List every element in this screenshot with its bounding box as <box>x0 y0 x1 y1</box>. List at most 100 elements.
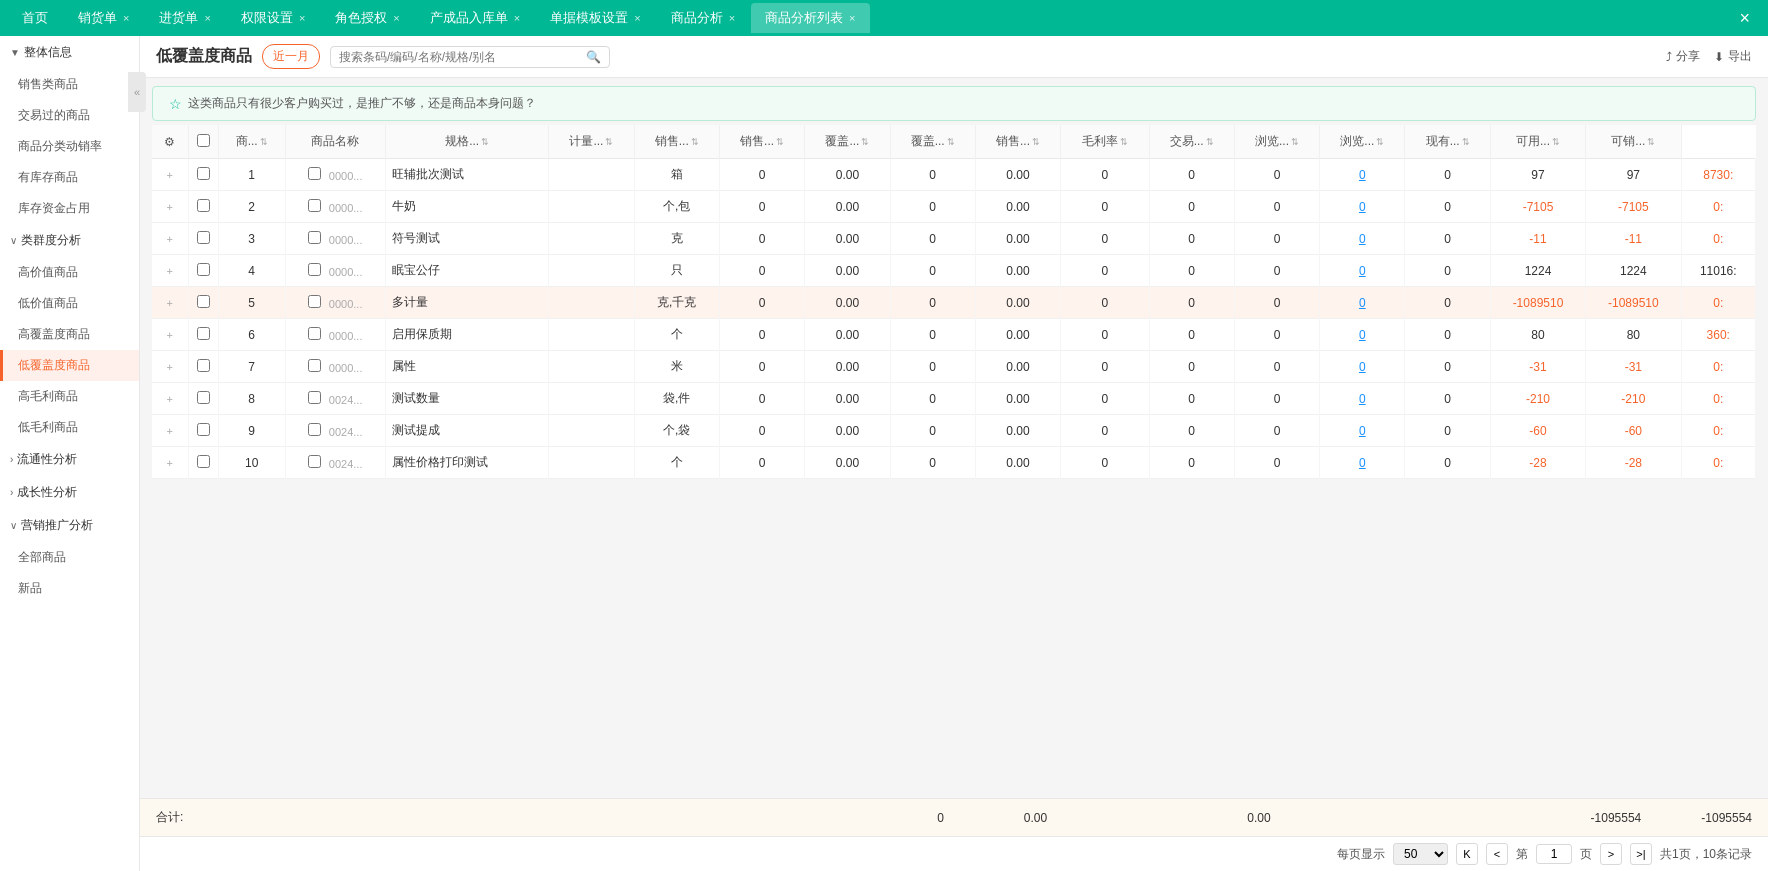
row-browse1[interactable]: 0 <box>1320 287 1405 319</box>
close-tab-product-entry[interactable]: × <box>514 12 520 24</box>
sidebar-group-cluster[interactable]: ∨ 类群度分析 <box>0 224 139 257</box>
th-checkbox[interactable] <box>188 125 218 159</box>
last-page-button[interactable]: >| <box>1630 843 1652 865</box>
row-expand[interactable]: + <box>152 351 188 383</box>
row-checkbox[interactable] <box>188 319 218 351</box>
th-name[interactable]: 商品名称 <box>285 125 385 159</box>
page-number-input[interactable] <box>1536 844 1572 864</box>
th-browse2[interactable]: 浏览...⇅ <box>1320 125 1405 159</box>
close-tab-role-auth[interactable]: × <box>393 12 399 24</box>
share-button[interactable]: ⤴ 分享 <box>1666 48 1700 65</box>
per-page-select[interactable]: 50 100 200 <box>1393 843 1448 865</box>
close-tab-template-settings[interactable]: × <box>634 12 640 24</box>
row-expand[interactable]: + <box>152 415 188 447</box>
row-expand[interactable]: + <box>152 383 188 415</box>
th-current-stock[interactable]: 现有...⇅ <box>1405 125 1490 159</box>
prev-page-button[interactable]: < <box>1486 843 1508 865</box>
row-checkbox[interactable] <box>188 447 218 479</box>
row-expand[interactable]: + <box>152 191 188 223</box>
tab-role-auth[interactable]: 角色授权 × <box>321 3 413 33</box>
th-coverage1[interactable]: 覆盖...⇅ <box>805 125 890 159</box>
tab-product-analysis-list[interactable]: 商品分析列表 × <box>751 3 869 33</box>
th-coverage2[interactable]: 覆盖...⇅ <box>890 125 975 159</box>
th-available[interactable]: 可用...⇅ <box>1490 125 1585 159</box>
sidebar-group-overall[interactable]: ▼ 整体信息 <box>0 36 139 69</box>
sidebar-item-low-margin[interactable]: 低毛利商品 <box>0 412 139 443</box>
table-wrapper[interactable]: ⚙ 商...⇅ 商品名称 规格...⇅ 计量...⇅ 销售...⇅ 销售...⇅… <box>152 125 1756 798</box>
row-checkbox[interactable] <box>188 415 218 447</box>
th-gross-margin[interactable]: 毛利率⇅ <box>1061 125 1149 159</box>
sidebar-item-high-coverage[interactable]: 高覆盖度商品 <box>0 319 139 350</box>
th-sales-qty[interactable]: 销售...⇅ <box>634 125 719 159</box>
th-unit[interactable]: 计量...⇅ <box>549 125 634 159</box>
export-button[interactable]: ⬇ 导出 <box>1714 48 1752 65</box>
row-browse1[interactable]: 0 <box>1320 159 1405 191</box>
sidebar-item-new-products[interactable]: 新品 <box>0 573 139 604</box>
sidebar-item-low-value[interactable]: 低价值商品 <box>0 288 139 319</box>
th-code[interactable]: 商...⇅ <box>218 125 285 159</box>
th-saleable[interactable]: 可销...⇅ <box>1586 125 1681 159</box>
search-icon[interactable]: 🔍 <box>586 50 601 64</box>
th-spec[interactable]: 规格...⇅ <box>386 125 549 159</box>
close-tab-sales[interactable]: × <box>123 12 129 24</box>
close-tab-permissions[interactable]: × <box>299 12 305 24</box>
select-all-checkbox[interactable] <box>197 134 210 147</box>
sidebar-item-all-products[interactable]: 全部商品 <box>0 542 139 573</box>
sidebar-item-traded-products[interactable]: 交易过的商品 <box>0 100 139 131</box>
row-browse1[interactable]: 0 <box>1320 223 1405 255</box>
search-input[interactable] <box>339 50 582 64</box>
sidebar-item-sales-products[interactable]: 销售类商品 <box>0 69 139 100</box>
row-checkbox[interactable] <box>188 255 218 287</box>
tab-product-analysis[interactable]: 商品分析 × <box>657 3 749 33</box>
next-page-button[interactable]: > <box>1600 843 1622 865</box>
row-checkbox[interactable] <box>188 383 218 415</box>
close-tab-product-analysis-list[interactable]: × <box>849 12 855 24</box>
row-expand[interactable]: + <box>152 287 188 319</box>
sidebar-item-inventory-capital[interactable]: 库存资金占用 <box>0 193 139 224</box>
close-tab-purchase[interactable]: × <box>204 12 210 24</box>
th-sales-amt[interactable]: 销售...⇅ <box>719 125 804 159</box>
row-expand[interactable]: + <box>152 223 188 255</box>
row-expand[interactable]: + <box>152 319 188 351</box>
row-browse1[interactable]: 0 <box>1320 191 1405 223</box>
row-browse1[interactable]: 0 <box>1320 383 1405 415</box>
row-checkbox[interactable] <box>188 287 218 319</box>
row-browse1[interactable]: 0 <box>1320 415 1405 447</box>
sidebar-item-low-coverage[interactable]: 低覆盖度商品 <box>0 350 139 381</box>
row-browse1[interactable]: 0 <box>1320 319 1405 351</box>
row-checkbox[interactable] <box>188 191 218 223</box>
sidebar-group-marketing[interactable]: ∨ 营销推广分析 <box>0 509 139 542</box>
header-actions: ⤴ 分享 ⬇ 导出 <box>1666 48 1752 65</box>
close-tab-product-analysis[interactable]: × <box>729 12 735 24</box>
tab-permissions[interactable]: 权限设置 × <box>227 3 319 33</box>
row-browse1[interactable]: 0 <box>1320 351 1405 383</box>
row-expand[interactable]: + <box>152 447 188 479</box>
row-browse1[interactable]: 0 <box>1320 255 1405 287</box>
th-browse1[interactable]: 浏览...⇅ <box>1234 125 1319 159</box>
tab-purchase[interactable]: 进货单 × <box>145 3 224 33</box>
row-checkbox[interactable] <box>188 159 218 191</box>
row-browse1[interactable]: 0 <box>1320 447 1405 479</box>
tab-home[interactable]: 首页 <box>8 3 62 33</box>
sidebar-group-growth[interactable]: › 成长性分析 <box>0 476 139 509</box>
row-expand[interactable]: + <box>152 159 188 191</box>
row-checkbox[interactable] <box>188 351 218 383</box>
close-all-tabs[interactable]: × <box>1729 8 1760 29</box>
sidebar-item-high-margin[interactable]: 高毛利商品 <box>0 381 139 412</box>
filter-recent-month-button[interactable]: 近一月 <box>262 44 320 69</box>
sidebar-item-in-stock[interactable]: 有库存商品 <box>0 162 139 193</box>
first-page-button[interactable]: K <box>1456 843 1478 865</box>
th-trade[interactable]: 交易...⇅ <box>1149 125 1234 159</box>
tab-template-settings[interactable]: 单据模板设置 × <box>536 3 654 33</box>
sidebar-item-high-value[interactable]: 高价值商品 <box>0 257 139 288</box>
sidebar-item-category-turnover[interactable]: 商品分类动销率 <box>0 131 139 162</box>
th-sales-info[interactable]: 销售...⇅ <box>975 125 1060 159</box>
sidebar-group-liquidity[interactable]: › 流通性分析 <box>0 443 139 476</box>
sidebar-collapse-button[interactable]: « <box>128 72 146 112</box>
tab-product-entry[interactable]: 产成品入库单 × <box>416 3 534 33</box>
row-checkbox[interactable] <box>188 223 218 255</box>
tab-sales[interactable]: 销货单 × <box>64 3 143 33</box>
row-current: -11 <box>1490 223 1585 255</box>
th-settings[interactable]: ⚙ <box>152 125 188 159</box>
row-expand[interactable]: + <box>152 255 188 287</box>
